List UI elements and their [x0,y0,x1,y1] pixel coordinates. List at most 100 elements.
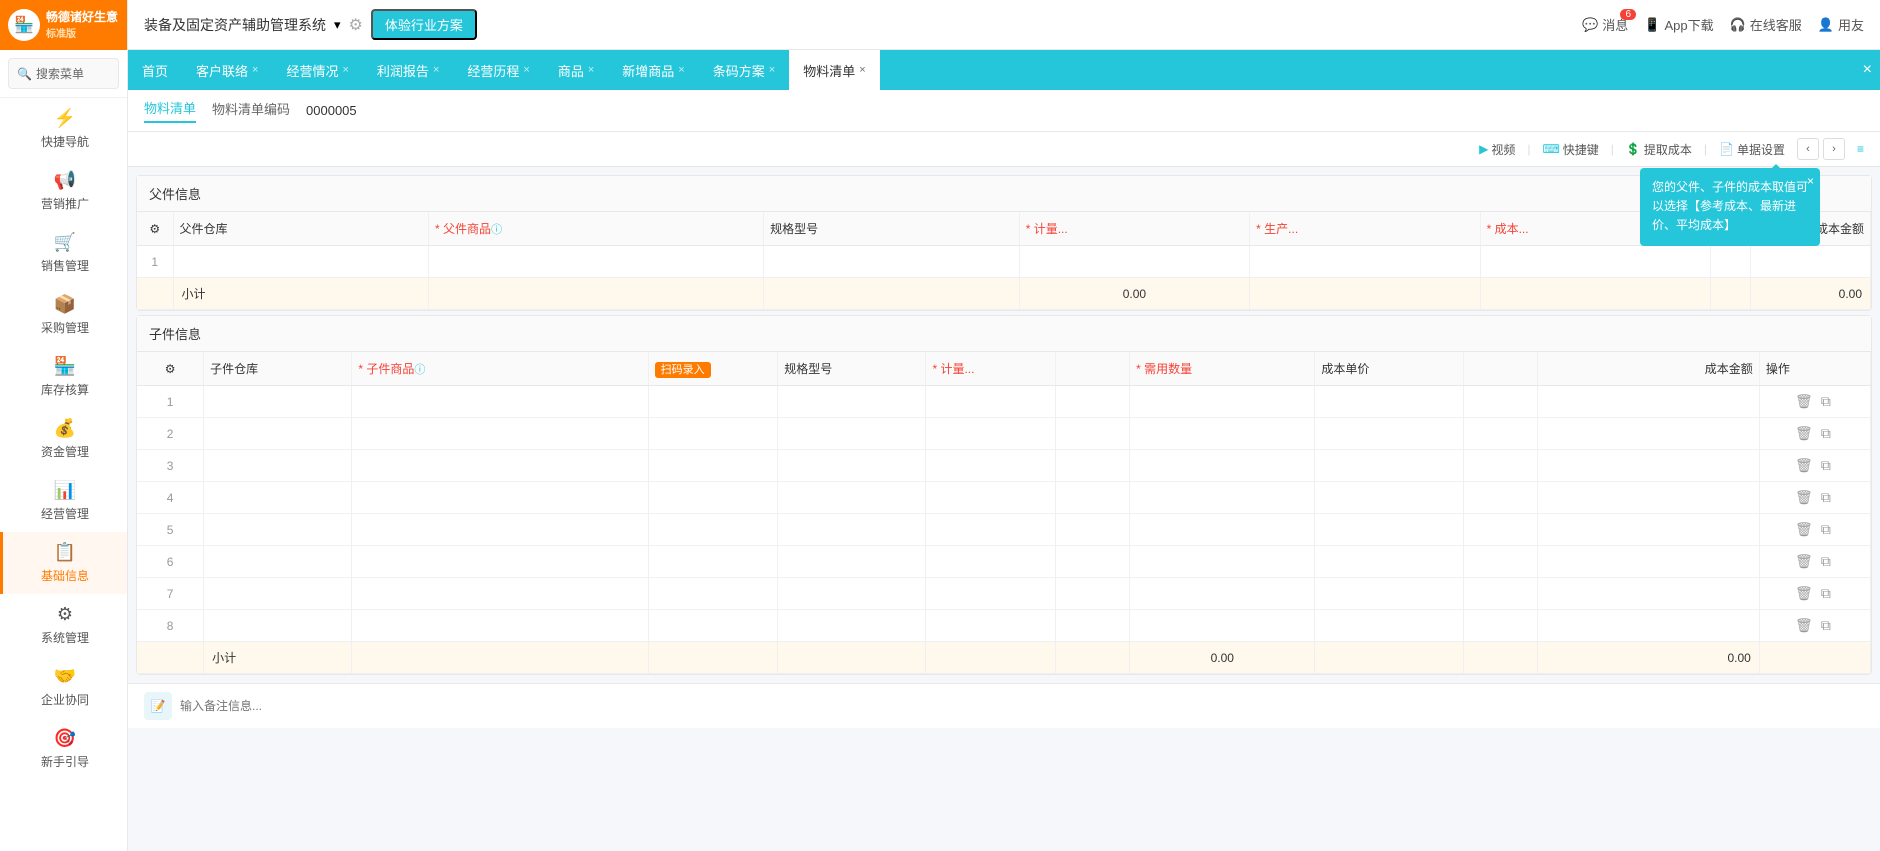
scan-button[interactable]: 扫码录入 [655,362,711,378]
parent-row-1-unit[interactable] [1019,246,1249,278]
parent-row-1-produce[interactable] [1250,246,1480,278]
delete-icon-row-6[interactable]: 🗑 [1795,553,1813,571]
tab-history-close[interactable]: × [523,64,529,76]
child-row-6-unit[interactable] [926,546,1056,578]
single-settings-button[interactable]: 📄 单据设置 [1719,141,1785,158]
child-row-4-qty[interactable] [1130,482,1315,514]
child-row-2-warehouse[interactable] [204,418,352,450]
tab-profit-close[interactable]: × [433,64,439,76]
sidebar-item-basic[interactable]: 📋 基础信息 [0,532,127,594]
child-row-8-spec[interactable] [778,610,926,642]
delete-icon-row-8[interactable]: 🗑 [1795,617,1813,635]
tab-barcode[interactable]: 条码方案 × [699,50,789,90]
online-service-button[interactable]: 🎧 在线客服 [1730,15,1802,34]
child-row-3-unit-price[interactable] [1315,450,1463,482]
child-row-4-unit[interactable] [926,482,1056,514]
child-row-1-goods[interactable] [352,386,648,418]
child-row-2-unit-price[interactable] [1315,418,1463,450]
child-row-8-unit-price[interactable] [1315,610,1463,642]
child-row-7-qty[interactable] [1130,578,1315,610]
tab-bom-close[interactable]: × [859,64,865,76]
child-row-1-warehouse[interactable] [204,386,352,418]
tab-goods[interactable]: 商品 × [544,50,608,90]
child-row-6-unit-price[interactable] [1315,546,1463,578]
child-row-7-spec[interactable] [778,578,926,610]
parent-row-1-goods[interactable] [429,246,764,278]
tab-customer[interactable]: 客户联络 × [182,50,272,90]
user-button[interactable]: 👤 用友 [1818,15,1864,34]
trial-button[interactable]: 体验行业方案 [371,9,477,40]
delete-icon-row-4[interactable]: 🗑 [1795,489,1813,507]
child-settings-gear-icon[interactable] [165,362,176,376]
search-menu-button[interactable]: 🔍 搜索菜单 [8,58,119,89]
copy-icon-row-4[interactable]: ⧉ [1817,489,1835,507]
nav-next-button[interactable]: › [1823,138,1845,160]
child-row-5-unit-price[interactable] [1315,514,1463,546]
child-row-6-qty[interactable] [1130,546,1315,578]
page-tab-code[interactable]: 物料清单编码 [212,99,290,122]
extract-cost-button[interactable]: 💲 提取成本 [1626,141,1692,158]
child-row-4-goods[interactable] [352,482,648,514]
tab-bom[interactable]: 物料清单 × [789,50,879,90]
child-row-4-unit-price[interactable] [1315,482,1463,514]
child-row-5-warehouse[interactable] [204,514,352,546]
copy-icon-row-3[interactable]: ⧉ [1817,457,1835,475]
sidebar-item-guide[interactable]: 🎯 新手引导 [0,718,127,780]
settings-icon[interactable]: ⚙ [349,15,363,35]
tooltip-close-button[interactable]: × [1807,172,1814,191]
copy-icon-row-7[interactable]: ⧉ [1817,585,1835,603]
tab-home[interactable]: 首页 [128,50,182,90]
tab-goods-close[interactable]: × [588,64,594,76]
page-tab-bom[interactable]: 物料清单 [144,98,196,123]
sidebar-item-sales[interactable]: 🛒 销售管理 [0,222,127,284]
child-row-8-qty[interactable] [1130,610,1315,642]
sidebar-item-system[interactable]: ⚙ 系统管理 [0,594,127,656]
tab-operation-close[interactable]: × [342,64,348,76]
message-button[interactable]: 💬 消息 6 [1582,15,1628,34]
sidebar-item-marketing[interactable]: 📢 营销推广 [0,160,127,222]
sidebar-item-purchase[interactable]: 📦 采购管理 [0,284,127,346]
child-row-5-goods[interactable] [352,514,648,546]
child-row-4-spec[interactable] [778,482,926,514]
tab-history[interactable]: 经营历程 × [453,50,543,90]
parent-row-1-cost[interactable] [1480,246,1710,278]
child-row-2-qty[interactable] [1130,418,1315,450]
child-row-3-warehouse[interactable] [204,450,352,482]
child-row-4-warehouse[interactable] [204,482,352,514]
sidebar-item-enterprise[interactable]: 🤝 企业协同 [0,656,127,718]
tab-customer-close[interactable]: × [252,64,258,76]
child-row-8-goods[interactable] [352,610,648,642]
nav-prev-button[interactable]: ‹ [1797,138,1819,160]
child-row-3-spec[interactable] [778,450,926,482]
tab-operation[interactable]: 经营情况 × [272,50,362,90]
child-row-1-spec[interactable] [778,386,926,418]
child-row-3-unit[interactable] [926,450,1056,482]
tab-profit[interactable]: 利润报告 × [363,50,453,90]
child-row-2-unit[interactable] [926,418,1056,450]
child-row-2-spec[interactable] [778,418,926,450]
sidebar-item-quick-nav[interactable]: ⚡ 快捷导航 [0,98,127,160]
child-row-5-qty[interactable] [1130,514,1315,546]
tab-new-goods[interactable]: 新增商品 × [608,50,698,90]
child-row-1-unit[interactable] [926,386,1056,418]
close-all-tabs[interactable]: × [1855,61,1880,79]
sidebar-item-finance[interactable]: 💰 资金管理 [0,408,127,470]
app-download-button[interactable]: 📱 App下载 [1644,15,1713,34]
copy-icon-row-8[interactable]: ⧉ [1817,617,1835,635]
child-row-7-unit[interactable] [926,578,1056,610]
copy-icon-row-6[interactable]: ⧉ [1817,553,1835,571]
child-row-8-warehouse[interactable] [204,610,352,642]
child-row-6-warehouse[interactable] [204,546,352,578]
child-row-3-qty[interactable] [1130,450,1315,482]
child-row-7-goods[interactable] [352,578,648,610]
delete-icon-row-5[interactable]: 🗑 [1795,521,1813,539]
system-dropdown[interactable] [334,17,341,33]
copy-icon-row-2[interactable]: ⧉ [1817,425,1835,443]
child-row-8-unit[interactable] [926,610,1056,642]
child-row-2-goods[interactable] [352,418,648,450]
copy-icon-row-5[interactable]: ⧉ [1817,521,1835,539]
child-row-5-unit[interactable] [926,514,1056,546]
delete-icon-row-7[interactable]: 🗑 [1795,585,1813,603]
sidebar-item-inventory[interactable]: 🏪 库存核算 [0,346,127,408]
sidebar-item-operation[interactable]: 📊 经营管理 [0,470,127,532]
